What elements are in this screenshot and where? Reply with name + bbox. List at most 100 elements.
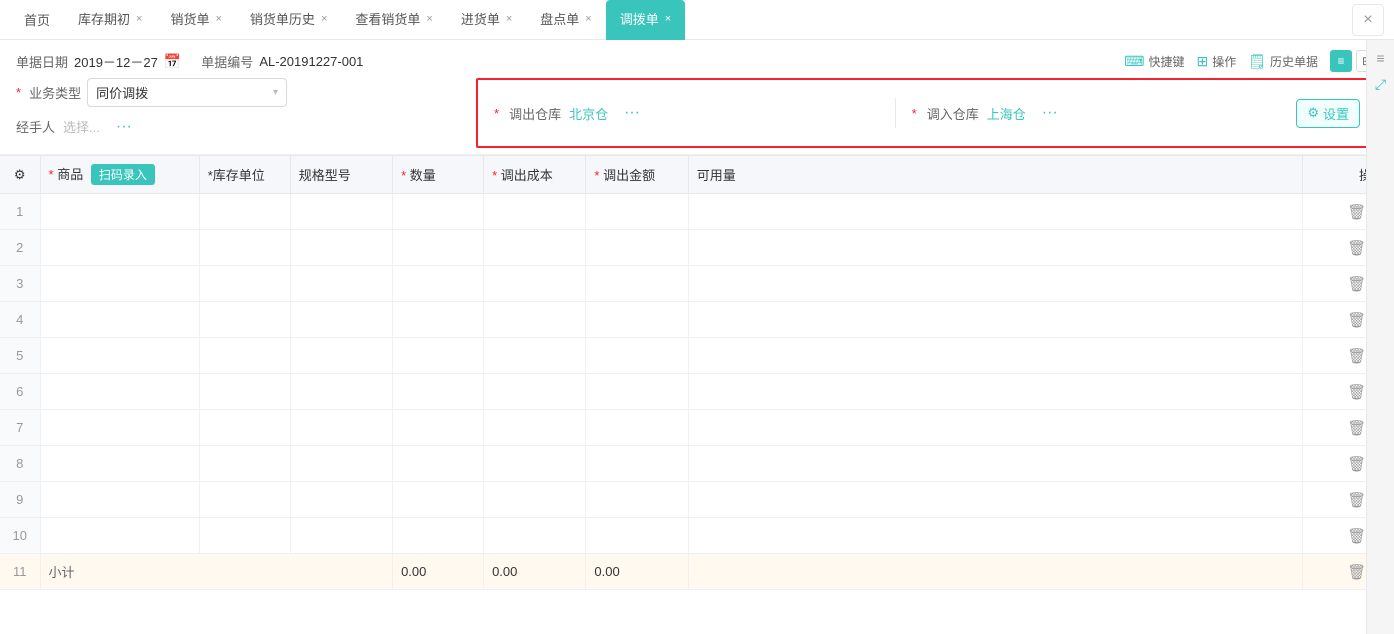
row-unit[interactable] [199,374,290,410]
row-available[interactable] [688,194,1302,230]
row-unit[interactable] [199,230,290,266]
delete-icon[interactable]: 🗑 [1347,383,1366,401]
row-amount[interactable] [586,374,688,410]
row-spec[interactable] [290,410,392,446]
tab-sales-history-close[interactable]: × [321,13,327,25]
row-cost[interactable] [484,410,586,446]
row-unit[interactable] [199,482,290,518]
row-qty[interactable] [393,266,484,302]
row-product[interactable] [40,518,199,554]
tab-home[interactable]: 首页 [10,0,64,40]
row-qty[interactable] [393,518,484,554]
row-product[interactable] [40,410,199,446]
row-qty[interactable] [393,410,484,446]
row-available[interactable] [688,446,1302,482]
row-product[interactable] [40,338,199,374]
delete-icon[interactable]: 🗑 [1347,419,1366,437]
settings-button[interactable]: ⚙ 设置 [1296,99,1360,128]
row-amount[interactable] [586,446,688,482]
row-qty[interactable] [393,482,484,518]
view-list-button[interactable]: ≡ [1330,50,1352,72]
row-unit[interactable] [199,266,290,302]
operations-button[interactable]: ⊞ 操作 [1196,53,1236,70]
row-qty[interactable] [393,446,484,482]
row-product[interactable] [40,446,199,482]
delete-icon[interactable]: 🗑 [1347,275,1366,293]
sidebar-expand-icon[interactable]: ⤢ [1369,72,1393,96]
row-qty[interactable] [393,302,484,338]
delete-icon[interactable]: 🗑 [1347,563,1366,581]
delete-icon[interactable]: 🗑 [1347,311,1366,329]
row-qty[interactable] [393,194,484,230]
tab-transfer-order-close[interactable]: × [665,13,671,25]
row-amount[interactable] [586,302,688,338]
row-available[interactable] [688,518,1302,554]
row-cost[interactable] [484,302,586,338]
row-unit[interactable] [199,194,290,230]
row-available[interactable] [688,374,1302,410]
tab-view-sales-close[interactable]: × [426,13,432,25]
row-spec[interactable] [290,266,392,302]
row-spec[interactable] [290,374,392,410]
row-spec[interactable] [290,518,392,554]
row-spec[interactable] [290,446,392,482]
calendar-icon[interactable]: 📅 [164,53,181,70]
row-qty[interactable] [393,230,484,266]
row-amount[interactable] [586,338,688,374]
row-available[interactable] [688,266,1302,302]
row-amount[interactable] [586,410,688,446]
row-spec[interactable] [290,230,392,266]
row-spec[interactable] [290,482,392,518]
warehouse-in-dots-button[interactable]: ··· [1042,104,1058,122]
row-spec[interactable] [290,338,392,374]
th-gear[interactable]: ⚙ [0,156,40,194]
row-available[interactable] [688,410,1302,446]
row-qty[interactable] [393,374,484,410]
delete-icon[interactable]: 🗑 [1347,455,1366,473]
shortcuts-button[interactable]: ⌨ 快捷键 [1124,53,1184,70]
row-cost[interactable] [484,518,586,554]
delete-icon[interactable]: 🗑 [1347,239,1366,257]
row-available[interactable] [688,230,1302,266]
row-amount[interactable] [586,230,688,266]
tab-inventory-init-close[interactable]: × [136,13,142,25]
row-amount[interactable] [586,482,688,518]
row-available[interactable] [688,338,1302,374]
tab-transfer-order[interactable]: 调拨单 × [606,0,685,40]
tab-inventory-init[interactable]: 库存期初 × [64,0,156,40]
row-unit[interactable] [199,410,290,446]
warehouse-out-dots-button[interactable]: ··· [624,104,640,122]
tab-view-sales[interactable]: 查看销货单 × [341,0,446,40]
scan-button[interactable]: 扫码录入 [91,164,155,185]
row-cost[interactable] [484,230,586,266]
row-product[interactable] [40,302,199,338]
row-product[interactable] [40,230,199,266]
delete-icon[interactable]: 🗑 [1347,527,1366,545]
tab-purchase-order-close[interactable]: × [506,13,512,25]
row-cost[interactable] [484,374,586,410]
delete-icon[interactable]: 🗑 [1347,491,1366,509]
row-cost[interactable] [484,194,586,230]
tab-sales-order[interactable]: 销货单 × [156,0,235,40]
row-spec[interactable] [290,302,392,338]
row-product[interactable] [40,194,199,230]
row-product[interactable] [40,374,199,410]
row-product[interactable] [40,482,199,518]
row-product[interactable] [40,266,199,302]
row-cost[interactable] [484,338,586,374]
row-available[interactable] [688,302,1302,338]
history-button[interactable]: 🗒 历史单据 [1248,53,1318,70]
row-amount[interactable] [586,194,688,230]
tab-purchase-order[interactable]: 进货单 × [447,0,526,40]
tab-sales-history[interactable]: 销货单历史 × [236,0,341,40]
tab-sales-order-close[interactable]: × [215,13,221,25]
row-spec[interactable] [290,194,392,230]
row-available[interactable] [688,482,1302,518]
row-unit[interactable] [199,338,290,374]
row-amount[interactable] [586,266,688,302]
agent-placeholder[interactable]: 选择... [63,117,100,136]
row-cost[interactable] [484,446,586,482]
tab-inventory-count-close[interactable]: × [585,13,591,25]
row-qty[interactable] [393,338,484,374]
agent-dots-button[interactable]: ··· [116,118,132,136]
